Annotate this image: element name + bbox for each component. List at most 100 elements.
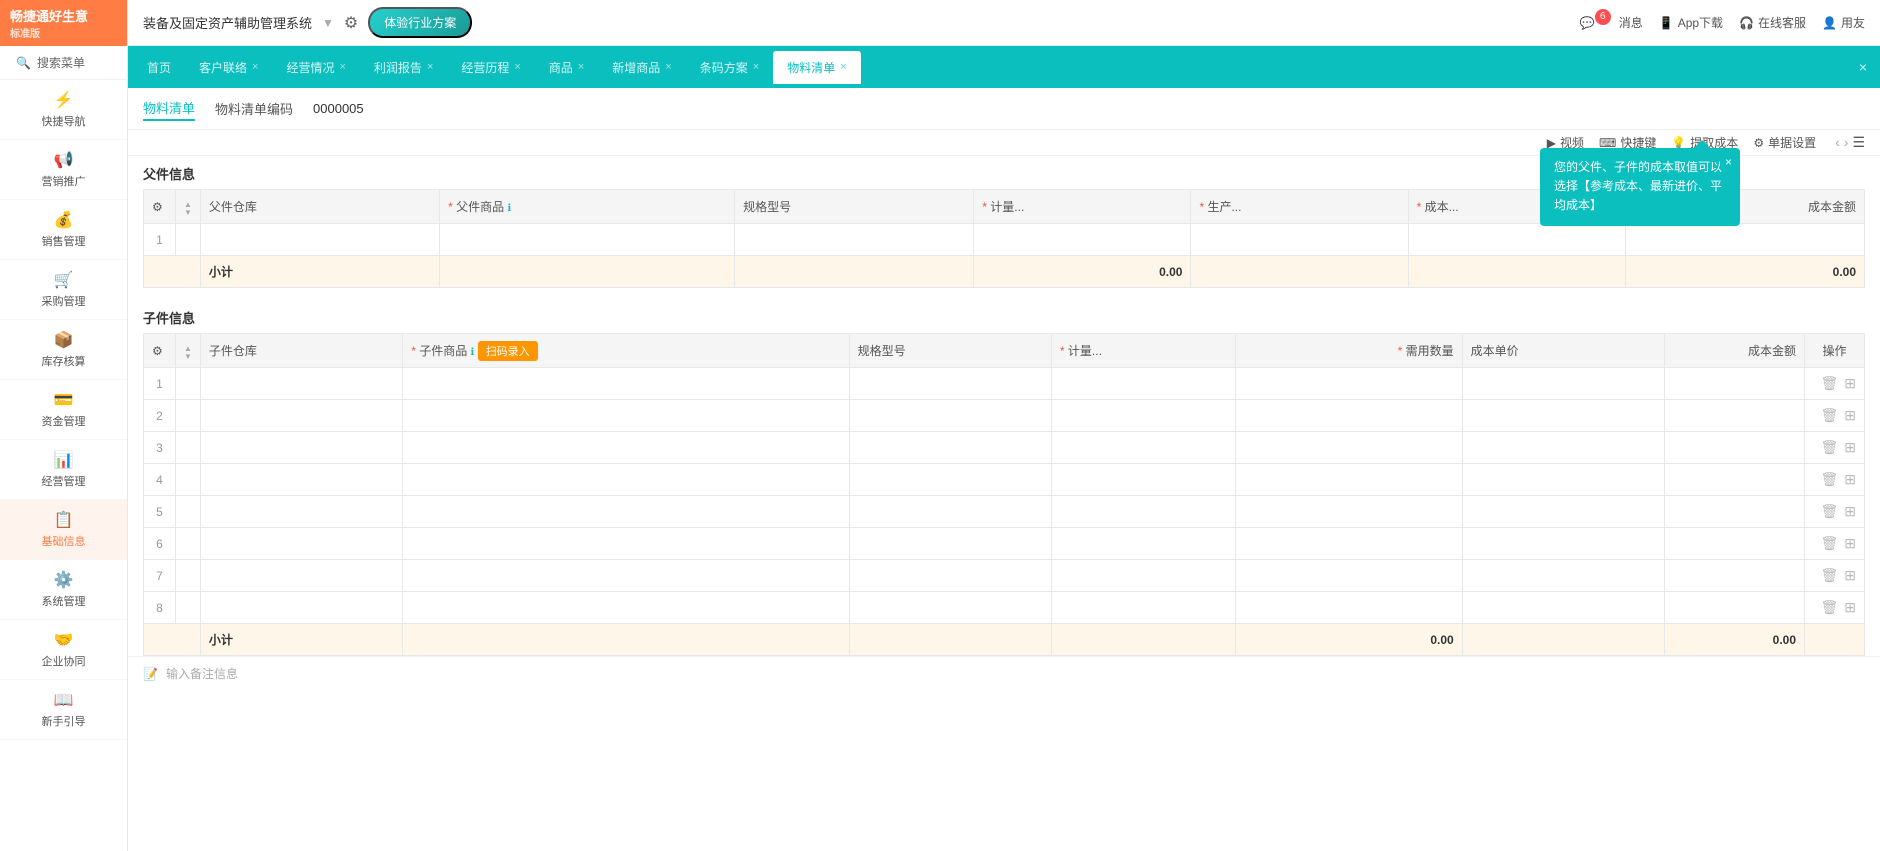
child-row-2-spec[interactable]	[849, 400, 1051, 432]
copy-row-7-icon[interactable]: ⊞	[1844, 567, 1856, 584]
sidebar-item-ops[interactable]: 📊 经营管理	[0, 440, 127, 500]
parent-row-1-product[interactable]	[440, 224, 735, 256]
tab-bom-close[interactable]: ×	[840, 61, 846, 73]
child-row-2-product[interactable]	[403, 400, 849, 432]
child-row-5-drag[interactable]	[176, 496, 201, 528]
scan-button[interactable]: 扫码录入	[478, 341, 538, 361]
tab-business-close[interactable]: ×	[339, 61, 345, 73]
child-row-4-spec[interactable]	[849, 464, 1051, 496]
child-row-7-unit-price[interactable]	[1462, 560, 1664, 592]
sidebar-item-sales[interactable]: 💰 销售管理	[0, 200, 127, 260]
child-row-3-spec[interactable]	[849, 432, 1051, 464]
child-row-3-unit-price[interactable]	[1462, 432, 1664, 464]
settings-icon[interactable]: ⚙	[344, 13, 358, 33]
child-row-8-product[interactable]	[403, 592, 849, 624]
sidebar-item-collab[interactable]: 🤝 企业协同	[0, 620, 127, 680]
trial-button[interactable]: 体验行业方案	[368, 7, 472, 38]
online-service-item[interactable]: 🎧 在线客服	[1739, 14, 1806, 31]
tab-product[interactable]: 商品×	[535, 51, 598, 84]
tab-barcode-close[interactable]: ×	[753, 61, 759, 73]
child-row-7-warehouse[interactable]	[200, 560, 402, 592]
child-row-4-unit[interactable]	[1051, 464, 1235, 496]
child-row-2-unit[interactable]	[1051, 400, 1235, 432]
copy-row-6-icon[interactable]: ⊞	[1844, 535, 1856, 552]
child-row-6-unit[interactable]	[1051, 528, 1235, 560]
child-row-7-unit[interactable]	[1051, 560, 1235, 592]
child-row-8-unit-price[interactable]	[1462, 592, 1664, 624]
child-row-5-unit-price[interactable]	[1462, 496, 1664, 528]
tab-profit-close[interactable]: ×	[427, 61, 433, 73]
parent-row-1-unit[interactable]	[974, 224, 1191, 256]
nav-prev[interactable]: ‹	[1835, 134, 1840, 151]
child-row-7-product[interactable]	[403, 560, 849, 592]
child-row-5-spec[interactable]	[849, 496, 1051, 528]
child-row-1-qty[interactable]	[1235, 368, 1462, 400]
parent-row-1-production[interactable]	[1191, 224, 1408, 256]
child-row-7-qty[interactable]	[1235, 560, 1462, 592]
child-row-1-unit[interactable]	[1051, 368, 1235, 400]
child-row-3-warehouse[interactable]	[200, 432, 402, 464]
delete-row-3-icon[interactable]: 🗑	[1820, 439, 1838, 456]
child-row-8-qty[interactable]	[1235, 592, 1462, 624]
nav-next[interactable]: ›	[1844, 134, 1849, 151]
child-row-5-warehouse[interactable]	[200, 496, 402, 528]
child-row-2-drag[interactable]	[176, 400, 201, 432]
parent-row-1-spec[interactable]	[735, 224, 974, 256]
child-row-3-qty[interactable]	[1235, 432, 1462, 464]
child-row-1-drag[interactable]	[176, 368, 201, 400]
child-row-7-spec[interactable]	[849, 560, 1051, 592]
tab-customer-close[interactable]: ×	[252, 61, 258, 73]
child-row-8-unit[interactable]	[1051, 592, 1235, 624]
tab-barcode[interactable]: 条码方案×	[686, 51, 773, 84]
delete-row-6-icon[interactable]: 🗑	[1820, 535, 1838, 552]
tab-history-close[interactable]: ×	[514, 61, 520, 73]
parent-col-settings[interactable]: ⚙	[144, 190, 176, 224]
sidebar-item-purchase[interactable]: 🛒 采购管理	[0, 260, 127, 320]
child-row-4-unit-price[interactable]	[1462, 464, 1664, 496]
copy-row-4-icon[interactable]: ⊞	[1844, 471, 1856, 488]
child-row-2-qty[interactable]	[1235, 400, 1462, 432]
parent-row-1-cost[interactable]	[1408, 224, 1625, 256]
toolbar-single-settings[interactable]: ⚙ 单据设置	[1753, 134, 1816, 151]
child-row-8-spec[interactable]	[849, 592, 1051, 624]
child-row-2-warehouse[interactable]	[200, 400, 402, 432]
copy-row-8-icon[interactable]: ⊞	[1844, 599, 1856, 616]
list-view-icon[interactable]: ☰	[1852, 134, 1865, 151]
tab-new-product-close[interactable]: ×	[665, 61, 671, 73]
child-row-2-unit-price[interactable]	[1462, 400, 1664, 432]
delete-row-8-icon[interactable]: 🗑	[1820, 599, 1838, 616]
copy-row-5-icon[interactable]: ⊞	[1844, 503, 1856, 520]
tab-history[interactable]: 经营历程×	[447, 51, 534, 84]
delete-row-4-icon[interactable]: 🗑	[1820, 471, 1838, 488]
message-item[interactable]: 💬 6 消息	[1580, 14, 1643, 31]
child-row-6-product[interactable]	[403, 528, 849, 560]
delete-row-1-icon[interactable]: 🗑	[1820, 375, 1838, 392]
subtab-bom-code[interactable]: 物料清单编码	[215, 97, 293, 120]
parent-row-1-drag[interactable]	[176, 224, 201, 256]
child-row-5-product[interactable]	[403, 496, 849, 528]
child-row-3-drag[interactable]	[176, 432, 201, 464]
close-all-tabs[interactable]: ×	[1851, 55, 1875, 79]
sidebar-item-finance[interactable]: 💳 资金管理	[0, 380, 127, 440]
child-col-settings[interactable]: ⚙	[144, 334, 176, 368]
app-download-item[interactable]: 📱 App下载	[1659, 14, 1723, 31]
child-row-6-qty[interactable]	[1235, 528, 1462, 560]
tooltip-close-button[interactable]: ×	[1725, 153, 1732, 172]
child-row-1-unit-price[interactable]	[1462, 368, 1664, 400]
child-row-6-drag[interactable]	[176, 528, 201, 560]
child-row-4-drag[interactable]	[176, 464, 201, 496]
tab-profit[interactable]: 利润报告×	[360, 51, 447, 84]
delete-row-2-icon[interactable]: 🗑	[1820, 407, 1838, 424]
tab-customer[interactable]: 客户联络×	[185, 51, 272, 84]
child-row-3-unit[interactable]	[1051, 432, 1235, 464]
child-row-5-qty[interactable]	[1235, 496, 1462, 528]
child-row-3-product[interactable]	[403, 432, 849, 464]
sidebar-item-inventory[interactable]: 📦 库存核算	[0, 320, 127, 380]
dropdown-arrow[interactable]: ▼	[322, 16, 334, 30]
copy-row-1-icon[interactable]: ⊞	[1844, 375, 1856, 392]
sidebar-item-marketing[interactable]: 📢 营销推广	[0, 140, 127, 200]
child-row-5-unit[interactable]	[1051, 496, 1235, 528]
tab-product-close[interactable]: ×	[578, 61, 584, 73]
sidebar-item-system[interactable]: ⚙️ 系统管理	[0, 560, 127, 620]
copy-row-3-icon[interactable]: ⊞	[1844, 439, 1856, 456]
